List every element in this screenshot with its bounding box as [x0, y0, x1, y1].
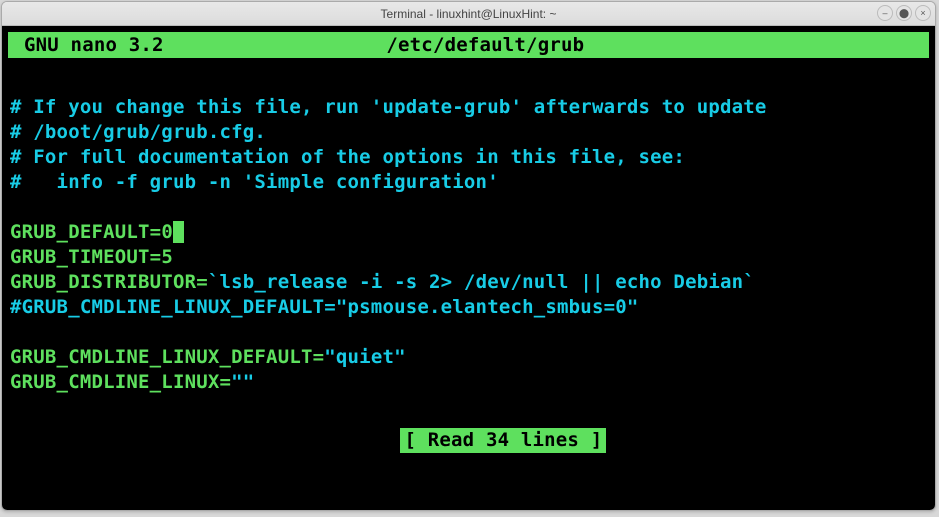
config-key: GRUB_CMDLINE_LINUX= [10, 371, 231, 393]
window-controls: – ⬤ × [877, 5, 931, 21]
config-value: 5 [161, 246, 173, 268]
config-key: GRUB_TIMEOUT= [10, 246, 161, 268]
nano-status: [ Read 34 lines ] [400, 428, 606, 453]
config-value: 0 [161, 221, 173, 243]
config-key: GRUB_DEFAULT= [10, 221, 161, 243]
comment-line: # For full documentation of the options … [10, 146, 685, 168]
close-button[interactable]: × [915, 5, 931, 21]
comment-line: # /boot/grub/grub.cfg. [10, 121, 266, 143]
file-content[interactable]: # If you change this file, run 'update-g… [8, 58, 929, 395]
nano-app-name: GNU nano 3.2 [10, 33, 164, 58]
nano-status-row: [ Read 34 lines ] [8, 403, 929, 478]
window-title: Terminal - linuxhint@LinuxHint: ~ [381, 7, 557, 21]
config-key: GRUB_CMDLINE_LINUX_DEFAULT= [10, 346, 324, 368]
config-value: "" [231, 371, 254, 393]
terminal-viewport[interactable]: GNU nano 3.2 /etc/default/grub # If you … [2, 26, 935, 510]
terminal-window: Terminal - linuxhint@LinuxHint: ~ – ⬤ × … [1, 1, 936, 511]
nano-header: GNU nano 3.2 /etc/default/grub [8, 32, 929, 58]
comment-line: #GRUB_CMDLINE_LINUX_DEFAULT="psmouse.ela… [10, 296, 639, 318]
maximize-button[interactable]: ⬤ [896, 5, 912, 21]
comment-line: # If you change this file, run 'update-g… [10, 96, 767, 118]
text-cursor [173, 221, 184, 243]
comment-line: # info -f grub -n 'Simple configuration' [10, 171, 499, 193]
nano-filename: /etc/default/grub [164, 33, 807, 58]
config-key: GRUB_DISTRIBUTOR= [10, 271, 208, 293]
nano-shortcut-bar: ^GGet Help^OWrite Out^WWhere Is^KCut Tex… [8, 478, 929, 511]
config-value: "quiet" [324, 346, 405, 368]
config-value: `lsb_release -i -s 2> /dev/null || echo … [208, 271, 755, 293]
window-titlebar: Terminal - linuxhint@LinuxHint: ~ – ⬤ × [2, 2, 935, 26]
minimize-button[interactable]: – [877, 5, 893, 21]
